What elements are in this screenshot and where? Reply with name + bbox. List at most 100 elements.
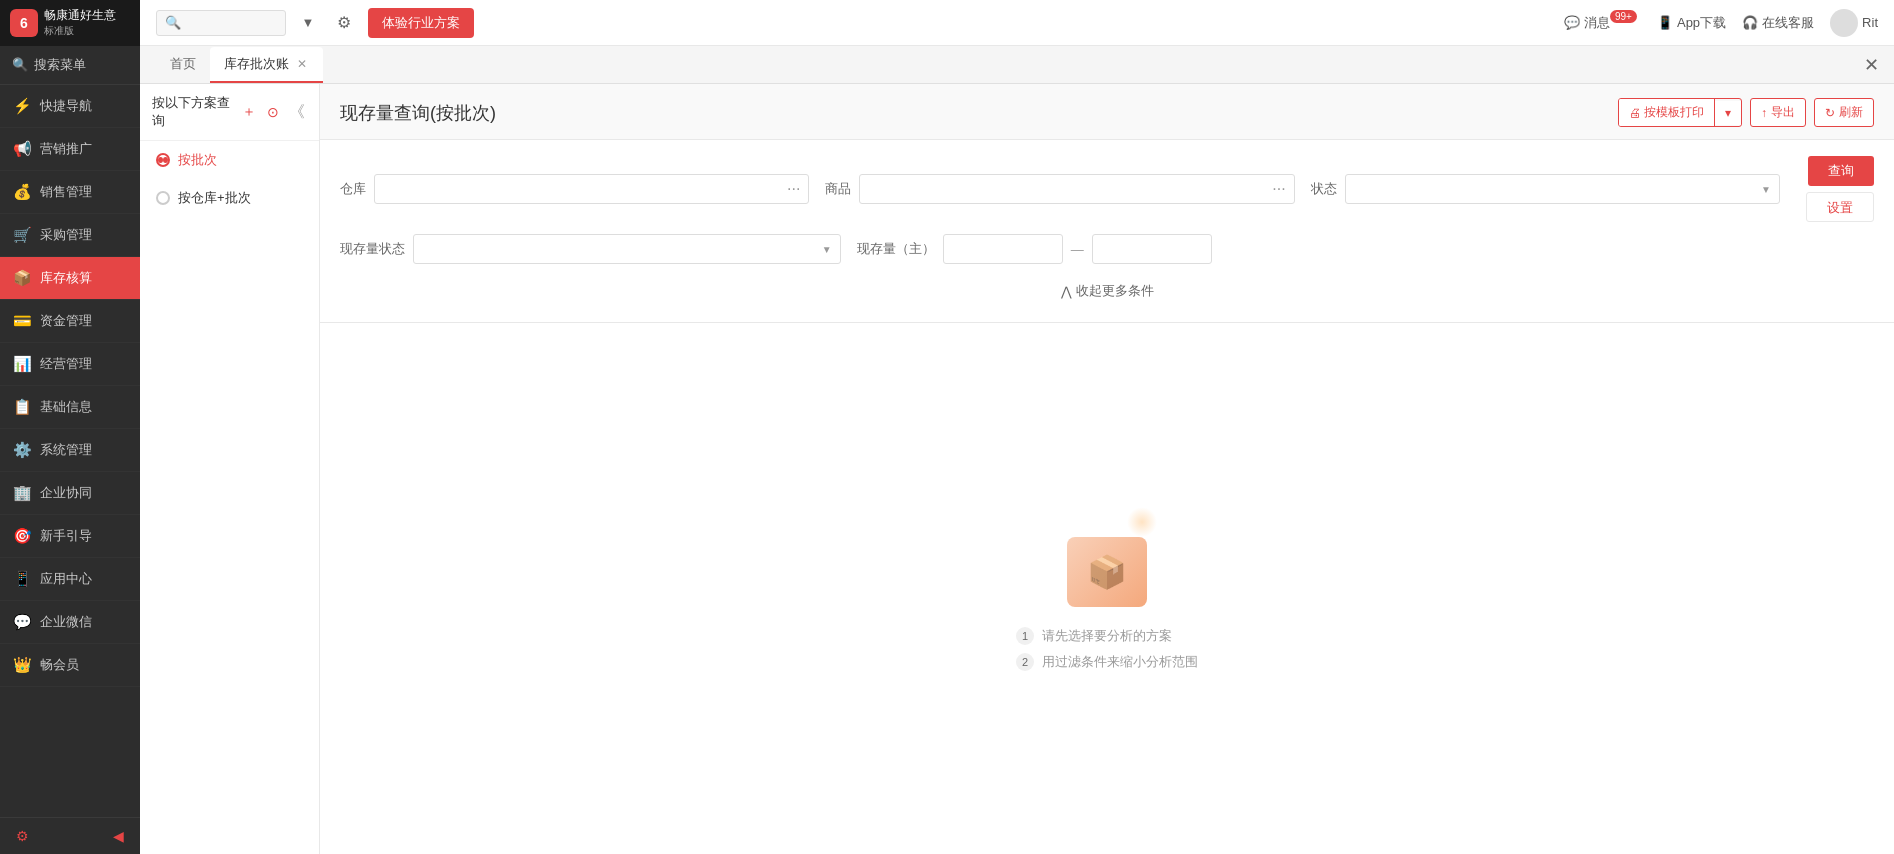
wechat-icon: 💬 [12, 612, 32, 632]
empty-state: 1 请先选择要分析的方案 2 用过滤条件来缩小分析范围 [320, 323, 1894, 854]
topbar-gear-icon[interactable]: ⚙ [330, 9, 358, 37]
inv-status-select[interactable]: ▼ [413, 234, 841, 264]
btn-area: 查询 设置 [1806, 156, 1874, 222]
topbar-dropdown[interactable]: ▼ [296, 11, 320, 35]
sidebar-item-inventory[interactable]: 📦 库存核算 [0, 257, 140, 300]
warehouse-label: 仓库 [340, 180, 366, 198]
empty-icon [1057, 507, 1157, 607]
app-download-item[interactable]: 📱 App下载 [1657, 14, 1726, 32]
refresh-icon: ↻ [1825, 106, 1835, 120]
appstore-icon: 📱 [12, 569, 32, 589]
trial-btn[interactable]: 体验行业方案 [368, 8, 474, 38]
refresh-label: 刷新 [1839, 104, 1863, 121]
service-icon: 🎧 [1742, 15, 1758, 30]
user-item[interactable]: Rit [1830, 9, 1878, 37]
tab-close-icon[interactable]: ✕ [295, 57, 309, 71]
topbar-search-box[interactable]: 🔍 [156, 10, 286, 36]
sidebar-header: 6 畅康通好生意 标准版 [0, 0, 140, 46]
marketing-icon: 📢 [12, 139, 32, 159]
sidebar-subtitle: 标准版 [44, 24, 116, 38]
left-panel-actions: ＋ ⊙ 《 [239, 102, 307, 122]
sidebar-item-operation[interactable]: 📊 经营管理 [0, 343, 140, 386]
quantity-label: 现存量（主） [857, 240, 935, 258]
sidebar-item-label: 企业微信 [40, 613, 92, 631]
sidebar-item-wechat[interactable]: 💬 企业微信 [0, 601, 140, 644]
left-panel-item-warehouse-batch[interactable]: 按仓库+批次 [140, 179, 319, 217]
product-label: 商品 [825, 180, 851, 198]
sidebar-item-label: 畅会员 [40, 656, 79, 674]
sidebar-item-marketing[interactable]: 📢 营销推广 [0, 128, 140, 171]
panel-close-btn[interactable]: ✕ [1864, 58, 1878, 72]
page-header: 现存量查询(按批次) 🖨 按模板打印 ▾ ↑ 导出 [320, 84, 1894, 140]
tab-home[interactable]: 首页 [156, 47, 210, 83]
sidebar-item-finance[interactable]: 💳 资金管理 [0, 300, 140, 343]
sidebar-company-name: 畅康通好生意 [44, 8, 116, 24]
manage-plan-btn[interactable]: ⊙ [263, 102, 283, 122]
left-panel-title: 按以下方案查询 [152, 94, 233, 130]
empty-shine [1127, 507, 1157, 537]
sidebar-search[interactable]: 🔍 搜索菜单 [0, 46, 140, 85]
sidebar-item-label: 快捷导航 [40, 97, 92, 115]
sidebar-item-quick-nav[interactable]: ⚡ 快捷导航 [0, 85, 140, 128]
avatar [1830, 9, 1858, 37]
left-panel-header: 按以下方案查询 ＋ ⊙ 《 [140, 84, 319, 141]
sidebar-company: 畅康通好生意 标准版 [44, 8, 116, 38]
sidebar-logo: 6 [10, 9, 38, 37]
sidebar-item-label: 经营管理 [40, 355, 92, 373]
print-label: 按模板打印 [1644, 104, 1704, 121]
quantity-min-input[interactable] [943, 234, 1063, 264]
online-service-item[interactable]: 🎧 在线客服 [1742, 14, 1814, 32]
settings-btn[interactable]: 设置 [1806, 192, 1874, 222]
sidebar-item-basic[interactable]: 📋 基础信息 [0, 386, 140, 429]
filter-collapse-btn[interactable]: ⋀ 收起更多条件 [340, 276, 1874, 306]
sidebar-item-sales[interactable]: 💰 销售管理 [0, 171, 140, 214]
tab-batch-account[interactable]: 库存批次账 ✕ [210, 47, 323, 83]
sidebar-item-label: 应用中心 [40, 570, 92, 588]
sidebar-item-system[interactable]: ⚙️ 系统管理 [0, 429, 140, 472]
sidebar-collapse-icon[interactable]: ◀ [108, 826, 128, 846]
sidebar-item-purchase[interactable]: 🛒 采购管理 [0, 214, 140, 257]
export-btn[interactable]: ↑ 导出 [1750, 98, 1806, 127]
add-plan-btn[interactable]: ＋ [239, 102, 259, 122]
filter-group-inv-status: 现存量状态 ▼ [340, 234, 841, 264]
refresh-btn[interactable]: ↻ 刷新 [1814, 98, 1874, 127]
filter-collapse-row: ⋀ 收起更多条件 [340, 276, 1874, 306]
filter-group-status: 状态 ▼ [1311, 174, 1780, 204]
query-btn[interactable]: 查询 [1808, 156, 1874, 186]
member-icon: 👑 [12, 655, 32, 675]
left-panel: 按以下方案查询 ＋ ⊙ 《 按批次 按仓库+批次 [140, 84, 320, 854]
hint-num-2: 2 [1016, 653, 1034, 671]
message-item[interactable]: 💬 消息 99+ [1564, 14, 1641, 32]
inv-status-label: 现存量状态 [340, 240, 405, 258]
app-download-label: App下载 [1677, 14, 1726, 32]
system-icon: ⚙️ [12, 440, 32, 460]
status-select[interactable]: ▼ [1345, 174, 1780, 204]
collapse-up-icon: ⋀ [1061, 284, 1072, 299]
inventory-icon: 📦 [12, 268, 32, 288]
warehouse-input[interactable]: ··· [374, 174, 809, 204]
hint-text-1: 请先选择要分析的方案 [1042, 627, 1172, 645]
product-input[interactable]: ··· [859, 174, 1294, 204]
quantity-max-input[interactable] [1092, 234, 1212, 264]
sidebar-settings-icon[interactable]: ⚙ [12, 826, 32, 846]
print-btn[interactable]: 🖨 按模板打印 [1619, 99, 1714, 126]
radio-warehouse-batch [156, 191, 170, 205]
print-dropdown[interactable]: ▾ [1715, 101, 1741, 125]
page-header-actions: 🖨 按模板打印 ▾ ↑ 导出 ↻ 刷新 [1618, 98, 1874, 127]
collapse-panel-btn[interactable]: 《 [287, 102, 307, 122]
filter-group-product: 商品 ··· [825, 174, 1294, 204]
status-chevron-icon: ▼ [1761, 184, 1771, 195]
sidebar-item-appstore[interactable]: 📱 应用中心 [0, 558, 140, 601]
purchase-icon: 🛒 [12, 225, 32, 245]
filter-row-2: 现存量状态 ▼ 现存量（主） — [340, 234, 1874, 264]
user-name: Rit [1862, 15, 1878, 30]
sidebar-item-label: 库存核算 [40, 269, 92, 287]
tab-batch-label: 库存批次账 [224, 55, 289, 73]
sidebar-item-label: 销售管理 [40, 183, 92, 201]
main: 🔍 ▼ ⚙ 体验行业方案 💬 消息 99+ 📱 App下载 🎧 在线客服 [140, 0, 1894, 854]
sidebar-item-enterprise[interactable]: 🏢 企业协同 [0, 472, 140, 515]
left-panel-item-batch[interactable]: 按批次 [140, 141, 319, 179]
sidebar: 6 畅康通好生意 标准版 🔍 搜索菜单 ⚡ 快捷导航 📢 营销推广 💰 销售管理… [0, 0, 140, 854]
sidebar-item-newbie[interactable]: 🎯 新手引导 [0, 515, 140, 558]
sidebar-item-member[interactable]: 👑 畅会员 [0, 644, 140, 687]
